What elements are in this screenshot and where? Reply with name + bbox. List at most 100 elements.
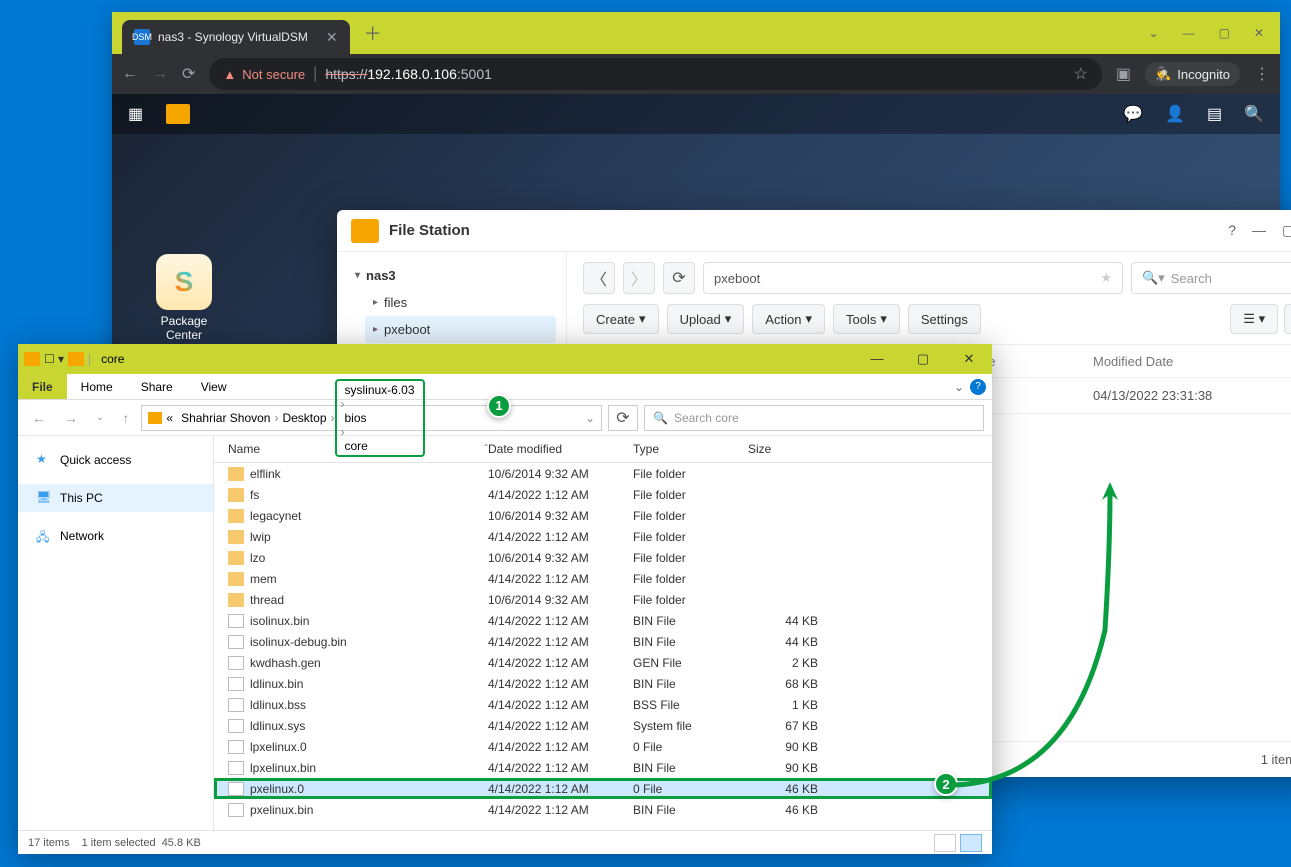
search-input[interactable]: 🔍Search core bbox=[644, 405, 984, 431]
file-row[interactable]: pxelinux.04/14/2022 1:12 AM0 File46 KB bbox=[214, 778, 992, 799]
minimize-icon[interactable]: — bbox=[854, 351, 900, 367]
file-row[interactable]: thread10/6/2014 9:32 AMFile folder bbox=[214, 589, 992, 610]
file-row[interactable]: lpxelinux.bin4/14/2022 1:12 AMBIN File90… bbox=[214, 757, 992, 778]
file-row[interactable]: isolinux.bin4/14/2022 1:12 AMBIN File44 … bbox=[214, 610, 992, 631]
breadcrumb-part[interactable]: core bbox=[341, 439, 419, 453]
file-row[interactable]: legacynet10/6/2014 9:32 AMFile folder bbox=[214, 505, 992, 526]
favorite-star-icon[interactable]: ★ bbox=[1100, 270, 1112, 286]
search-input[interactable]: 🔍▾Search bbox=[1131, 262, 1291, 294]
breadcrumb-part[interactable]: syslinux-6.03 bbox=[341, 383, 419, 397]
menu-icon[interactable]: ⋮ bbox=[1254, 64, 1270, 84]
up-button[interactable]: ↑ bbox=[116, 410, 135, 426]
file-row[interactable]: elflink10/6/2014 9:32 AMFile folder bbox=[214, 463, 992, 484]
close-icon[interactable]: ✕ bbox=[1254, 26, 1264, 40]
callout-badge-2: 2 bbox=[934, 772, 958, 796]
sort-button[interactable]: ⇅ bbox=[1284, 304, 1291, 334]
file-row[interactable]: mem4/14/2022 1:12 AMFile folder bbox=[214, 568, 992, 589]
file-row[interactable]: lzo10/6/2014 9:32 AMFile folder bbox=[214, 547, 992, 568]
user-icon[interactable]: 👤 bbox=[1165, 104, 1185, 124]
breadcrumb-part[interactable]: Desktop bbox=[278, 411, 330, 425]
nav-this-pc[interactable]: 🖥This PC bbox=[18, 484, 213, 512]
dsm-taskbar-folder-icon[interactable] bbox=[166, 104, 190, 124]
incognito-badge[interactable]: 🕵Incognito bbox=[1145, 62, 1240, 86]
tab-view[interactable]: View bbox=[187, 374, 241, 399]
breadcrumb[interactable]: « Shahriar Shovon› Desktop› syslinux-6.0… bbox=[141, 405, 602, 431]
settings-button[interactable]: Settings bbox=[908, 304, 981, 334]
col-size[interactable]: Size bbox=[748, 442, 828, 456]
forward-button[interactable]: → bbox=[152, 65, 168, 83]
tools-button[interactable]: Tools ▾ bbox=[833, 304, 900, 334]
dock-item-package-center[interactable]: Package Center bbox=[152, 254, 216, 342]
chevron-down-icon[interactable]: ⌄ bbox=[1149, 26, 1159, 40]
file-icon bbox=[228, 614, 244, 628]
not-secure-warning[interactable]: ▲ Not secure bbox=[223, 67, 305, 82]
file-row[interactable]: kwdhash.gen4/14/2022 1:12 AMGEN File2 KB bbox=[214, 652, 992, 673]
tree-item-files[interactable]: ▸files bbox=[365, 289, 556, 316]
nav-forward-button[interactable]: 〉 bbox=[623, 262, 655, 294]
close-tab-icon[interactable]: ✕ bbox=[326, 29, 338, 46]
file-row[interactable]: ldlinux.bss4/14/2022 1:12 AMBSS File1 KB bbox=[214, 694, 992, 715]
breadcrumb-part[interactable]: bios bbox=[341, 411, 419, 425]
back-button[interactable]: ← bbox=[26, 410, 52, 426]
nav-quick-access[interactable]: ★Quick access bbox=[18, 446, 213, 474]
address-bar[interactable]: ▲ Not secure | https://192.168.0.106:500… bbox=[209, 58, 1102, 90]
extensions-icon[interactable]: ▣ bbox=[1116, 64, 1131, 84]
nav-refresh-button[interactable]: ⟳ bbox=[663, 262, 695, 294]
star-icon: ★ bbox=[36, 452, 52, 468]
back-button[interactable]: ← bbox=[122, 65, 138, 83]
browser-tab[interactable]: DSM nas3 - Synology VirtualDSM ✕ bbox=[122, 20, 350, 54]
reload-button[interactable]: ⟳ bbox=[182, 64, 195, 84]
upload-button[interactable]: Upload ▾ bbox=[667, 304, 745, 334]
tab-home[interactable]: Home bbox=[67, 374, 127, 399]
col-type[interactable]: Type bbox=[633, 442, 748, 456]
maximize-icon[interactable]: ▢ bbox=[1282, 222, 1291, 239]
tab-file[interactable]: File bbox=[18, 374, 67, 399]
col-date[interactable]: Date modified bbox=[488, 442, 633, 456]
minimize-icon[interactable]: — bbox=[1252, 222, 1266, 239]
create-button[interactable]: Create ▾ bbox=[583, 304, 659, 334]
file-row[interactable]: ldlinux.sys4/14/2022 1:12 AMSystem file6… bbox=[214, 715, 992, 736]
breadcrumb-dropdown-icon[interactable]: ⌄ bbox=[585, 411, 595, 425]
file-row[interactable]: pxelinux.bin4/14/2022 1:12 AMBIN File46 … bbox=[214, 799, 992, 820]
view-large-icons-button[interactable] bbox=[934, 834, 956, 852]
maximize-icon[interactable]: ▢ bbox=[1219, 26, 1230, 40]
chat-icon[interactable]: 💬 bbox=[1123, 104, 1143, 124]
tab-share[interactable]: Share bbox=[127, 374, 187, 399]
file-row[interactable]: ldlinux.bin4/14/2022 1:12 AMBIN File68 K… bbox=[214, 673, 992, 694]
ribbon-expand-icon[interactable]: ⌄ bbox=[954, 380, 964, 394]
view-details-button[interactable] bbox=[960, 834, 982, 852]
close-icon[interactable]: ✕ bbox=[946, 351, 992, 367]
bookmark-star-icon[interactable]: ☆ bbox=[1074, 64, 1088, 84]
search-icon[interactable]: 🔍 bbox=[1244, 104, 1264, 124]
file-row[interactable]: lpxelinux.04/14/2022 1:12 AM0 File90 KB bbox=[214, 736, 992, 757]
window-title: File Station bbox=[389, 222, 470, 239]
minimize-icon[interactable]: — bbox=[1183, 26, 1195, 40]
nav-network[interactable]: 🖧Network bbox=[18, 522, 213, 550]
file-list[interactable]: elflink10/6/2014 9:32 AMFile folderfs4/1… bbox=[214, 463, 992, 830]
folder-icon bbox=[228, 488, 244, 502]
tree-root[interactable]: ▾nas3 bbox=[347, 262, 556, 289]
maximize-icon[interactable]: ▢ bbox=[900, 351, 946, 367]
new-tab-button[interactable]: ＋ bbox=[364, 20, 382, 46]
nav-back-button[interactable]: 〈 bbox=[583, 262, 615, 294]
help-icon[interactable]: ? bbox=[970, 379, 986, 395]
tree-item-pxeboot[interactable]: ▸pxeboot bbox=[365, 316, 556, 343]
view-mode-button[interactable]: ☰ ▾ bbox=[1230, 304, 1278, 334]
breadcrumb-part[interactable]: Shahriar Shovon bbox=[177, 411, 274, 425]
folder-icon bbox=[228, 551, 244, 565]
dock-item-label: Package Center bbox=[152, 314, 216, 342]
forward-button[interactable]: → bbox=[58, 410, 84, 426]
col-modified[interactable]: Modified Date bbox=[1093, 354, 1291, 369]
file-row[interactable]: lwip4/14/2022 1:12 AMFile folder bbox=[214, 526, 992, 547]
action-button[interactable]: Action ▾ bbox=[752, 304, 825, 334]
dsm-apps-icon[interactable]: ▦ bbox=[128, 104, 148, 124]
history-dropdown[interactable]: ⌄ bbox=[90, 412, 110, 423]
refresh-button[interactable]: ⟳ bbox=[608, 405, 638, 431]
widgets-icon[interactable]: ▤ bbox=[1207, 104, 1222, 124]
file-row[interactable]: isolinux-debug.bin4/14/2022 1:12 AMBIN F… bbox=[214, 631, 992, 652]
file-row[interactable]: fs4/14/2022 1:12 AMFile folder bbox=[214, 484, 992, 505]
path-input[interactable]: pxeboot★ bbox=[703, 262, 1123, 294]
quick-access-toolbar[interactable]: ☐ ▾ bbox=[40, 352, 68, 366]
help-icon[interactable]: ? bbox=[1228, 222, 1236, 239]
status-item-count: 17 items bbox=[28, 837, 70, 849]
